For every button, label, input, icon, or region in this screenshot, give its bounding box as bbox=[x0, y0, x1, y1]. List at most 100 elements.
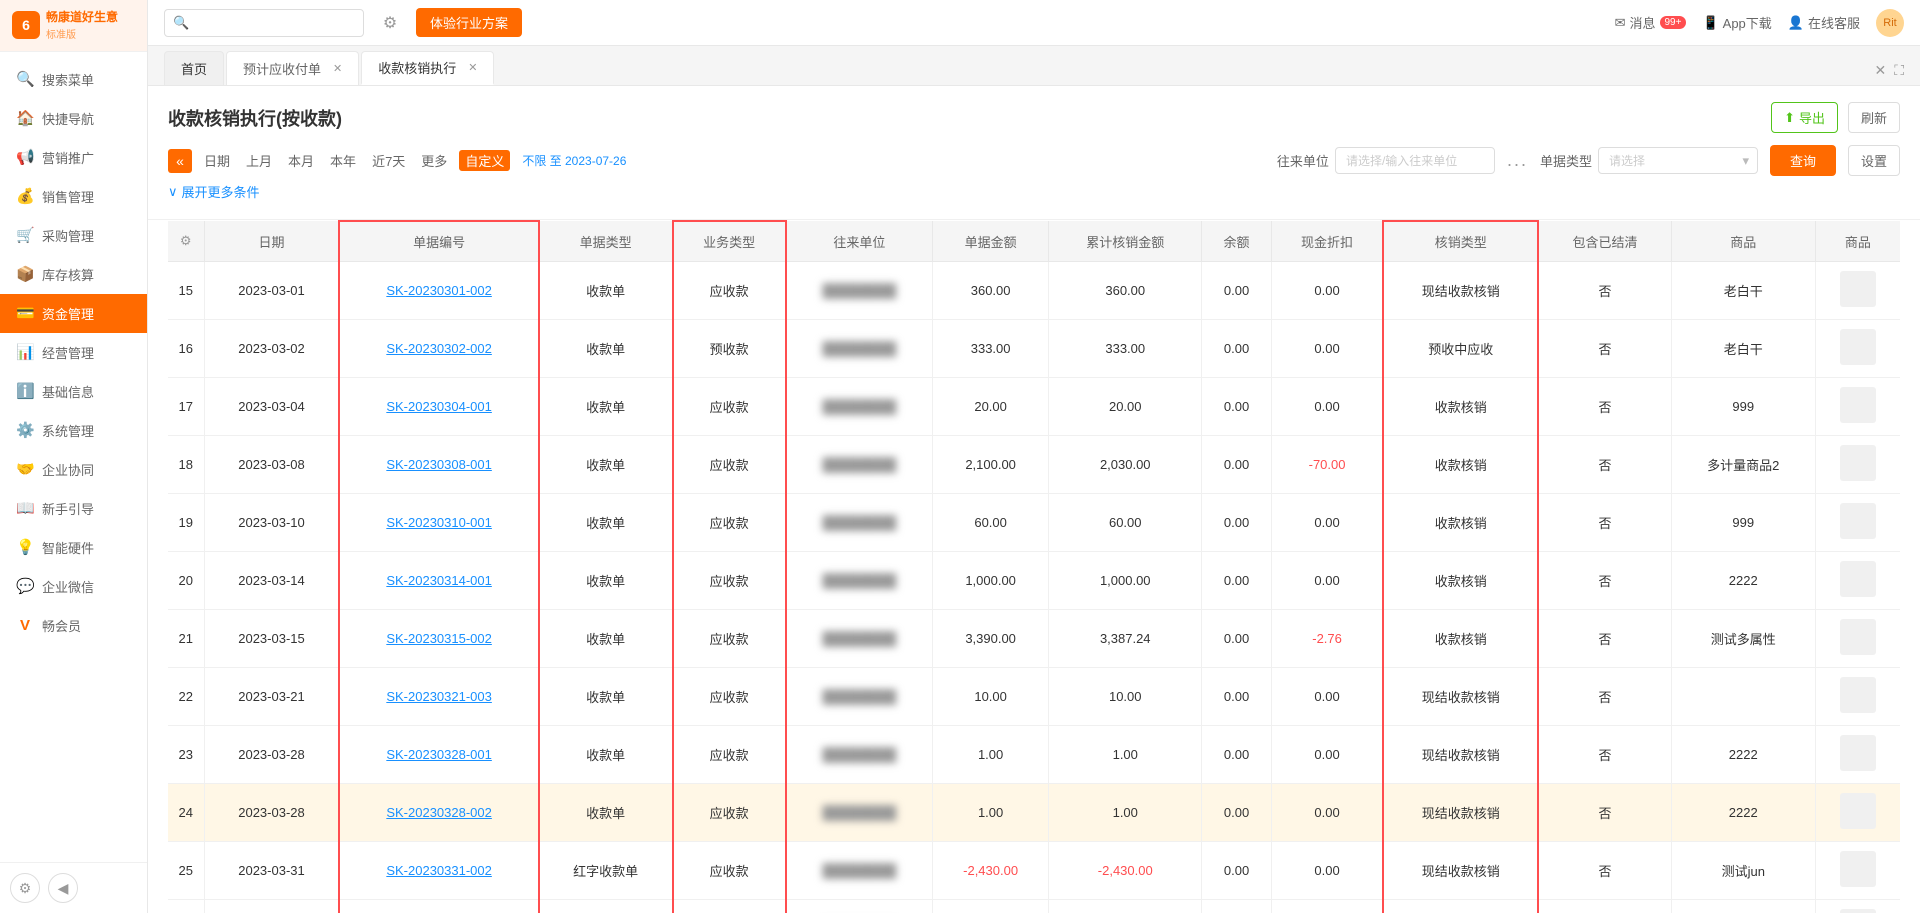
date-option-more[interactable]: 更多 bbox=[417, 149, 451, 172]
doc-no-link[interactable]: SK-20230315-002 bbox=[386, 631, 492, 646]
settings-gear-btn[interactable]: ⚙ bbox=[376, 9, 404, 37]
member-icon: V bbox=[16, 617, 34, 634]
date-option-7days[interactable]: 近7天 bbox=[368, 149, 409, 172]
solution-button[interactable]: 体验行业方案 bbox=[416, 8, 522, 37]
hardware-icon: 💡 bbox=[16, 538, 34, 556]
sidebar-item-quicknav[interactable]: 🏠 快捷导航 bbox=[0, 99, 147, 138]
page-content: 收款核销执行(按收款) ⬆ 导出 刷新 « 日期 上月 本月 本年 近7天 更多 bbox=[148, 86, 1920, 913]
collapse-sidebar-btn[interactable]: ◀ bbox=[48, 873, 78, 903]
cell-cancel-type: 收款核销 bbox=[1383, 610, 1538, 668]
export-button[interactable]: ⬆ 导出 bbox=[1771, 102, 1838, 133]
tab-receivable-close[interactable]: ✕ bbox=[333, 62, 342, 75]
sidebar-item-system[interactable]: ⚙️ 系统管理 bbox=[0, 411, 147, 450]
filter-dots: ... bbox=[1507, 150, 1528, 171]
doc-no-link[interactable]: SK-20230308-001 bbox=[386, 457, 492, 472]
sidebar-item-finance[interactable]: 💳 资金管理 bbox=[0, 294, 147, 333]
doc-no-link[interactable]: SK-20230321-003 bbox=[386, 689, 492, 704]
sidebar-item-wechat[interactable]: 💬 企业微信 bbox=[0, 567, 147, 606]
date-option-custom[interactable]: 自定义 bbox=[459, 150, 510, 171]
cell-include-cleared: 否 bbox=[1538, 436, 1671, 494]
cell-balance: 0.00 bbox=[1202, 378, 1271, 436]
th-product-img: 商品 bbox=[1815, 221, 1900, 262]
cell-no: 19 bbox=[168, 494, 204, 552]
settings-bottom-btn[interactable]: ⚙ bbox=[10, 873, 40, 903]
page-header: 收款核销执行(按收款) ⬆ 导出 刷新 bbox=[148, 86, 1920, 133]
column-settings-icon[interactable]: ⚙ bbox=[180, 233, 192, 248]
main-area: 🔍 ⚙ 体验行业方案 ✉ 消息 99+ 📱 App下载 👤 在线客服 Rit bbox=[148, 0, 1920, 913]
close-all-tabs-btn[interactable]: ✕ bbox=[1874, 62, 1886, 79]
tab-writeoff-close[interactable]: ✕ bbox=[468, 61, 477, 74]
sidebar-bottom: ⚙ ◀ bbox=[0, 862, 147, 913]
marketing-icon: 📢 bbox=[16, 148, 34, 166]
query-button[interactable]: 查询 bbox=[1770, 145, 1836, 176]
cell-cash-discount: 0.00 bbox=[1271, 784, 1383, 842]
doc-no-link[interactable]: SK-20230328-002 bbox=[386, 805, 492, 820]
th-unit: 往来单位 bbox=[786, 221, 933, 262]
doc-no-link[interactable]: SK-20230314-001 bbox=[386, 573, 492, 588]
sidebar-item-search[interactable]: 🔍 搜索菜单 bbox=[0, 60, 147, 99]
cell-date: 2023-03-01 bbox=[204, 262, 339, 320]
cell-writeoff-amount: 1.00 bbox=[1049, 784, 1202, 842]
cell-writeoff-amount: 360.00 bbox=[1049, 262, 1202, 320]
cell-product: 老白干 bbox=[1671, 262, 1815, 320]
unit-filter-input[interactable]: 请选择/输入往来单位 bbox=[1335, 147, 1495, 174]
date-option-thismonth[interactable]: 本月 bbox=[284, 149, 318, 172]
top-search-box[interactable]: 🔍 bbox=[164, 9, 364, 37]
doc-no-link[interactable]: SK-20230302-002 bbox=[386, 341, 492, 356]
date-option-lastmonth[interactable]: 上月 bbox=[242, 149, 276, 172]
top-header: 🔍 ⚙ 体验行业方案 ✉ 消息 99+ 📱 App下载 👤 在线客服 Rit bbox=[148, 0, 1920, 46]
date-option-thisyear[interactable]: 本年 bbox=[326, 149, 360, 172]
filter-settings-button[interactable]: 设置 bbox=[1848, 145, 1900, 176]
cell-product: 2222 bbox=[1671, 726, 1815, 784]
doc-no-link[interactable]: SK-20230301-002 bbox=[386, 283, 492, 298]
sidebar-logo: 6 畅康道好生意 标准版 bbox=[0, 0, 147, 52]
sidebar-item-marketing[interactable]: 📢 营销推广 bbox=[0, 138, 147, 177]
sidebar-item-operations[interactable]: 📊 经营管理 bbox=[0, 333, 147, 372]
sidebar-item-label: 搜索菜单 bbox=[42, 70, 94, 89]
tab-writeoff[interactable]: 收款核销执行 ✕ bbox=[361, 51, 494, 85]
cell-no: 20 bbox=[168, 552, 204, 610]
sidebar-item-basic[interactable]: ℹ️ 基础信息 bbox=[0, 372, 147, 411]
doc-type-select[interactable]: 请选择 bbox=[1598, 147, 1758, 174]
doc-no-link[interactable]: SK-20230304-001 bbox=[386, 399, 492, 414]
sidebar-item-member[interactable]: V 畅会员 bbox=[0, 606, 147, 645]
cell-include-cleared: 否 bbox=[1538, 784, 1671, 842]
tab-receivable[interactable]: 预计应收付单 ✕ bbox=[226, 51, 359, 85]
table-row: 202023-03-14SK-20230314-001收款单应收款███████… bbox=[168, 552, 1900, 610]
app-download-action[interactable]: 📱 App下载 bbox=[1702, 13, 1771, 32]
cell-doc-no: SK-20230403-002 bbox=[339, 900, 538, 913]
sidebar-item-purchase[interactable]: 🛒 采购管理 bbox=[0, 216, 147, 255]
maximize-btn[interactable]: ⛶ bbox=[1894, 62, 1904, 79]
refresh-button[interactable]: 刷新 bbox=[1848, 102, 1900, 133]
filter-expand-btn[interactable]: ∨ 展开更多条件 bbox=[168, 176, 1900, 207]
sidebar-item-guide[interactable]: 📖 新手引导 bbox=[0, 489, 147, 528]
doc-no-link[interactable]: SK-20230310-001 bbox=[386, 515, 492, 530]
cell-unit: ████████ bbox=[786, 610, 933, 668]
cell-no: 17 bbox=[168, 378, 204, 436]
cell-product: 老白干 bbox=[1671, 320, 1815, 378]
user-avatar[interactable]: Rit bbox=[1876, 9, 1904, 37]
cell-cash-discount: 0.00 bbox=[1271, 378, 1383, 436]
cell-biz-type: 应收款 bbox=[673, 726, 786, 784]
filter-collapse-btn[interactable]: « bbox=[168, 149, 192, 173]
tab-home[interactable]: 首页 bbox=[164, 51, 224, 85]
sidebar-item-inventory[interactable]: 📦 库存核算 bbox=[0, 255, 147, 294]
home-icon: 🏠 bbox=[16, 109, 34, 127]
sidebar-item-enterprise[interactable]: 🤝 企业协同 bbox=[0, 450, 147, 489]
finance-icon: 💳 bbox=[16, 304, 34, 322]
cell-doc-no: SK-20230314-001 bbox=[339, 552, 538, 610]
online-service-action[interactable]: 👤 在线客服 bbox=[1788, 13, 1860, 32]
doc-no-link[interactable]: SK-20230331-002 bbox=[386, 863, 492, 878]
th-cancel-type: 核销类型 bbox=[1383, 221, 1538, 262]
cell-balance: 0.00 bbox=[1202, 320, 1271, 378]
doc-no-link[interactable]: SK-20230328-001 bbox=[386, 747, 492, 762]
cell-biz-type: 应收款 bbox=[673, 378, 786, 436]
sales-icon: 💰 bbox=[16, 187, 34, 205]
th-doc-no: 单据编号 bbox=[339, 221, 538, 262]
sidebar-item-sales[interactable]: 💰 销售管理 bbox=[0, 177, 147, 216]
cell-writeoff-amount: 3,387.24 bbox=[1049, 610, 1202, 668]
sidebar-item-hardware[interactable]: 💡 智能硬件 bbox=[0, 528, 147, 567]
cell-unit: ████████ bbox=[786, 262, 933, 320]
date-filter-label: 日期 bbox=[204, 151, 230, 170]
messages-action[interactable]: ✉ 消息 99+ bbox=[1615, 13, 1687, 32]
